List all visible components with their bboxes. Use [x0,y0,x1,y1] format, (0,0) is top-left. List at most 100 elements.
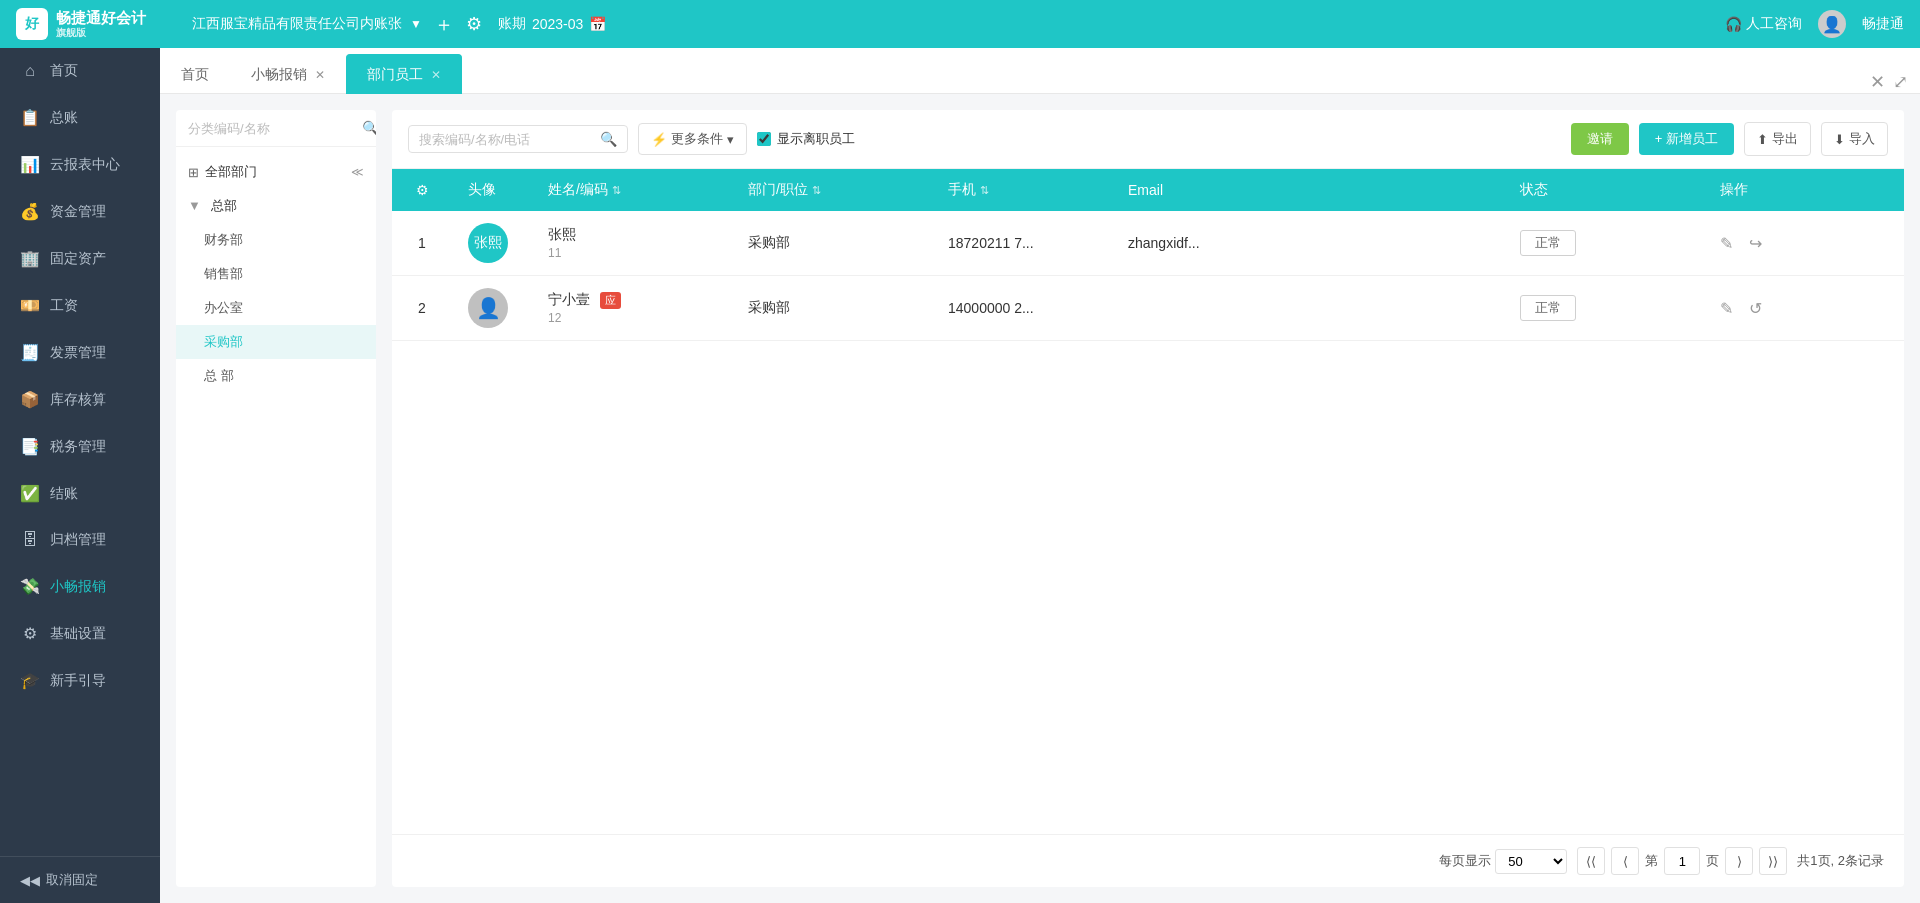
tab-department-close[interactable]: ✕ [431,68,441,82]
sidebar-item-invoice[interactable]: 🧾 发票管理 [0,329,160,376]
calendar-icon[interactable]: 📅 [589,16,606,32]
tab-expense[interactable]: 小畅报销 ✕ [230,54,346,94]
sidebar-item-ledger[interactable]: 📋 总账 [0,94,160,141]
page-text: 第 [1645,852,1658,870]
export-button[interactable]: ⬆ 导出 [1744,122,1811,156]
sidebar-item-label-assets: 固定资产 [50,250,106,268]
filter-more-button[interactable]: ⚡ 更多条件 ▾ [638,123,747,155]
sidebar-item-expense[interactable]: 💸 小畅报销 [0,563,160,610]
headset-icon: 🎧 [1725,16,1742,32]
edit-button-1[interactable]: ✎ [1720,234,1733,253]
app-logo: 好 畅捷通好会计 旗舰版 [16,8,176,40]
sidebar-item-label-payroll: 工资 [50,297,78,315]
dept-search-input[interactable] [188,121,356,136]
top-bar-right: 🎧 人工咨询 👤 畅捷通 [1725,10,1904,38]
sidebar-item-inventory[interactable]: 📦 库存核算 [0,376,160,423]
invite-button[interactable]: 邀请 [1571,123,1629,155]
dept-sales[interactable]: 销售部 [176,257,376,291]
dept-general-label: 总 部 [204,368,234,383]
show-resigned-checkbox[interactable] [757,132,771,146]
company-selector[interactable]: 江西服宝精品有限责任公司内账张 ▼ [192,15,422,33]
pagination-bar: 每页显示 50 10 20 100 ⟨⟨ ⟨ 第 页 [392,834,1904,887]
sidebar-item-home[interactable]: ⌂ 首页 [0,48,160,94]
th-phone-sort-icon: ⇅ [980,184,989,197]
ledger-icon: 📋 [20,108,40,127]
avatar-icon-2: 👤 [476,296,501,320]
table-row: 1 张熙 张熙 11 [392,211,1904,276]
employee-avatar-2: 👤 [468,288,508,328]
user-avatar[interactable]: 👤 [1818,10,1846,38]
dept-search-icon[interactable]: 🔍 [362,120,376,136]
page-prev-button[interactable]: ⟨ [1611,847,1639,875]
sidebar-item-label-home: 首页 [50,62,78,80]
company-dropdown-icon[interactable]: ▼ [410,17,422,31]
th-dept[interactable]: 部门/职位 ⇅ [732,169,932,211]
th-phone[interactable]: 手机 ⇅ [932,169,1112,211]
app-subtitle: 旗舰版 [56,27,146,39]
tab-bar: 首页 小畅报销 ✕ 部门员工 ✕ ✕ ⤢ [160,48,1920,94]
dept-office[interactable]: 办公室 [176,291,376,325]
dept-office-label: 办公室 [204,300,243,315]
page-input[interactable] [1664,847,1700,875]
import-button[interactable]: ⬇ 导入 [1821,122,1888,156]
sidebar-item-basic[interactable]: ⚙ 基础设置 [0,610,160,657]
page-next-button[interactable]: ⟩ [1725,847,1753,875]
td-phone-1: 18720211 7... [932,223,1112,263]
tab-expense-close[interactable]: ✕ [315,68,325,82]
th-name[interactable]: 姓名/编码 ⇅ [532,169,732,211]
all-dept-item[interactable]: ⊞ 全部部门 ✎ ≪ [176,155,376,189]
sidebar-item-payroll[interactable]: 💴 工资 [0,282,160,329]
employee-name-1: 张熙 [548,226,576,244]
sidebar-item-assets[interactable]: 🏢 固定资产 [0,235,160,282]
edit-button-2[interactable]: ✎ [1720,299,1733,318]
dept-head-parent[interactable]: ▼ 总部 [176,189,376,223]
employee-toolbar: 🔍 ⚡ 更多条件 ▾ 显示离职员工 邀请 + 新增员工 [392,110,1904,169]
sidebar-item-funds[interactable]: 💰 资金管理 [0,188,160,235]
per-page-dropdown[interactable]: 50 10 20 100 [1495,849,1567,874]
tab-close-all-button[interactable]: ✕ [1870,71,1885,93]
settings-button[interactable]: ⚙ [466,13,482,35]
sidebar-item-label-expense: 小畅报销 [50,578,106,596]
sidebar-item-closing[interactable]: ✅ 结账 [0,470,160,517]
th-email: Email [1112,169,1504,211]
th-phone-label: 手机 [948,181,976,199]
th-dept-sort-icon: ⇅ [812,184,821,197]
th-settings[interactable]: ⚙ [392,169,452,211]
page-first-button[interactable]: ⟨⟨ [1577,847,1605,875]
tab-department[interactable]: 部门员工 ✕ [346,54,462,94]
cancel-pin-button[interactable]: ◀◀ 取消固定 [0,856,160,903]
th-name-label: 姓名/编码 [548,181,608,199]
td-phone-2: 14000000 2... [932,288,1112,328]
dept-general[interactable]: 总 部 [176,359,376,393]
refresh-button-2[interactable]: ↺ [1749,299,1762,318]
show-resigned-wrap[interactable]: 显示离职员工 [757,130,855,148]
tab-expand-button[interactable]: ⤢ [1893,71,1908,93]
add-employee-button[interactable]: + 新增员工 [1639,123,1734,155]
tab-home-label: 首页 [181,66,209,84]
app-title: 畅捷通好会计 [56,9,146,27]
export-label: 导出 [1772,130,1798,148]
employee-dept-2: 采购部 [748,299,790,317]
service-label: 人工咨询 [1746,15,1802,33]
logout-button-1[interactable]: ↪ [1749,234,1762,253]
sidebar-item-archive[interactable]: 🗄 归档管理 [0,517,160,563]
td-avatar-1: 张熙 [452,211,532,275]
service-button[interactable]: 🎧 人工咨询 [1725,15,1802,33]
sidebar-item-reports[interactable]: 📊 云报表中心 [0,141,160,188]
accounting-period[interactable]: 账期 2023-03 📅 [498,15,606,33]
tab-home[interactable]: 首页 [160,54,230,94]
td-action-1: ✎ ↪ [1704,222,1904,265]
grid-icon: ⊞ [188,165,199,180]
th-dept-label: 部门/职位 [748,181,808,199]
sidebar-item-tax[interactable]: 📑 税务管理 [0,423,160,470]
dept-finance[interactable]: 财务部 [176,223,376,257]
username[interactable]: 畅捷通 [1862,15,1904,33]
show-resigned-label: 显示离职员工 [777,130,855,148]
employee-search-input[interactable] [419,132,594,147]
dept-purchase[interactable]: 采购部 [176,325,376,359]
total-records: 共1页, 2条记录 [1797,852,1884,870]
sidebar-item-guide[interactable]: 🎓 新手引导 [0,657,160,704]
employee-search-icon[interactable]: 🔍 [600,131,617,147]
add-company-button[interactable]: ＋ [434,11,454,38]
page-last-button[interactable]: ⟩⟩ [1759,847,1787,875]
